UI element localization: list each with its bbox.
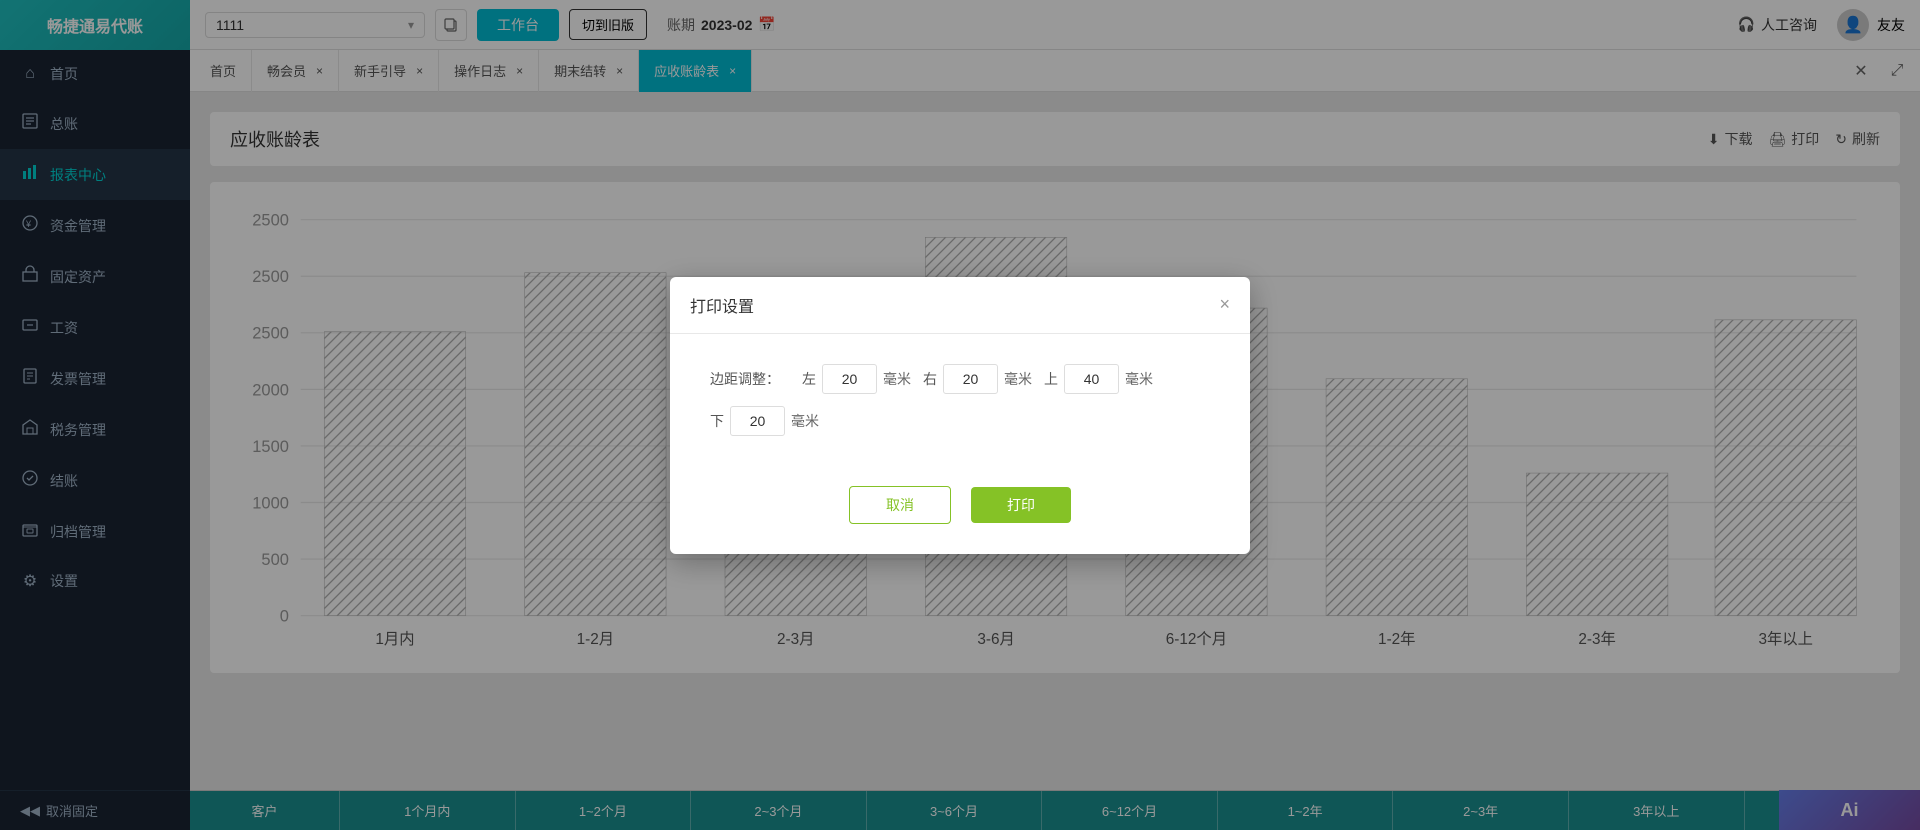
margin-left-group: 左 毫米 [802,364,911,394]
margin-right-input[interactable] [943,364,998,394]
margin-bottom-label: 下 [710,411,724,431]
print-settings-modal: 打印设置 × 边距调整： 左 毫米 右 毫米 上 毫米 [670,277,1250,554]
modal-title: 打印设置 [690,293,754,317]
margin-bottom-group: 下 毫米 [710,406,819,436]
margin-left-unit: 毫米 [883,369,911,389]
cancel-button[interactable]: 取消 [849,486,951,524]
margin-left-label: 左 [802,369,816,389]
margin-left-input[interactable] [822,364,877,394]
modal-header: 打印设置 × [670,277,1250,334]
margin-top-input[interactable] [1064,364,1119,394]
margin-bottom-input[interactable] [730,406,785,436]
margin-right-unit: 毫米 [1004,369,1032,389]
print-confirm-button[interactable]: 打印 [971,487,1071,523]
margin-right-label: 右 [923,369,937,389]
margin-row: 边距调整： 左 毫米 右 毫米 上 毫米 下 [710,364,1210,436]
modal-overlay[interactable]: 打印设置 × 边距调整： 左 毫米 右 毫米 上 毫米 [0,0,1920,830]
margin-top-unit: 毫米 [1125,369,1153,389]
modal-body: 边距调整： 左 毫米 右 毫米 上 毫米 下 [670,334,1250,466]
margin-top-group: 上 毫米 [1044,364,1153,394]
modal-close-button[interactable]: × [1219,294,1230,315]
margin-bottom-unit: 毫米 [791,411,819,431]
margin-label: 边距调整： [710,369,780,389]
modal-footer: 取消 打印 [670,466,1250,554]
margin-right-group: 右 毫米 [923,364,1032,394]
margin-top-label: 上 [1044,369,1058,389]
